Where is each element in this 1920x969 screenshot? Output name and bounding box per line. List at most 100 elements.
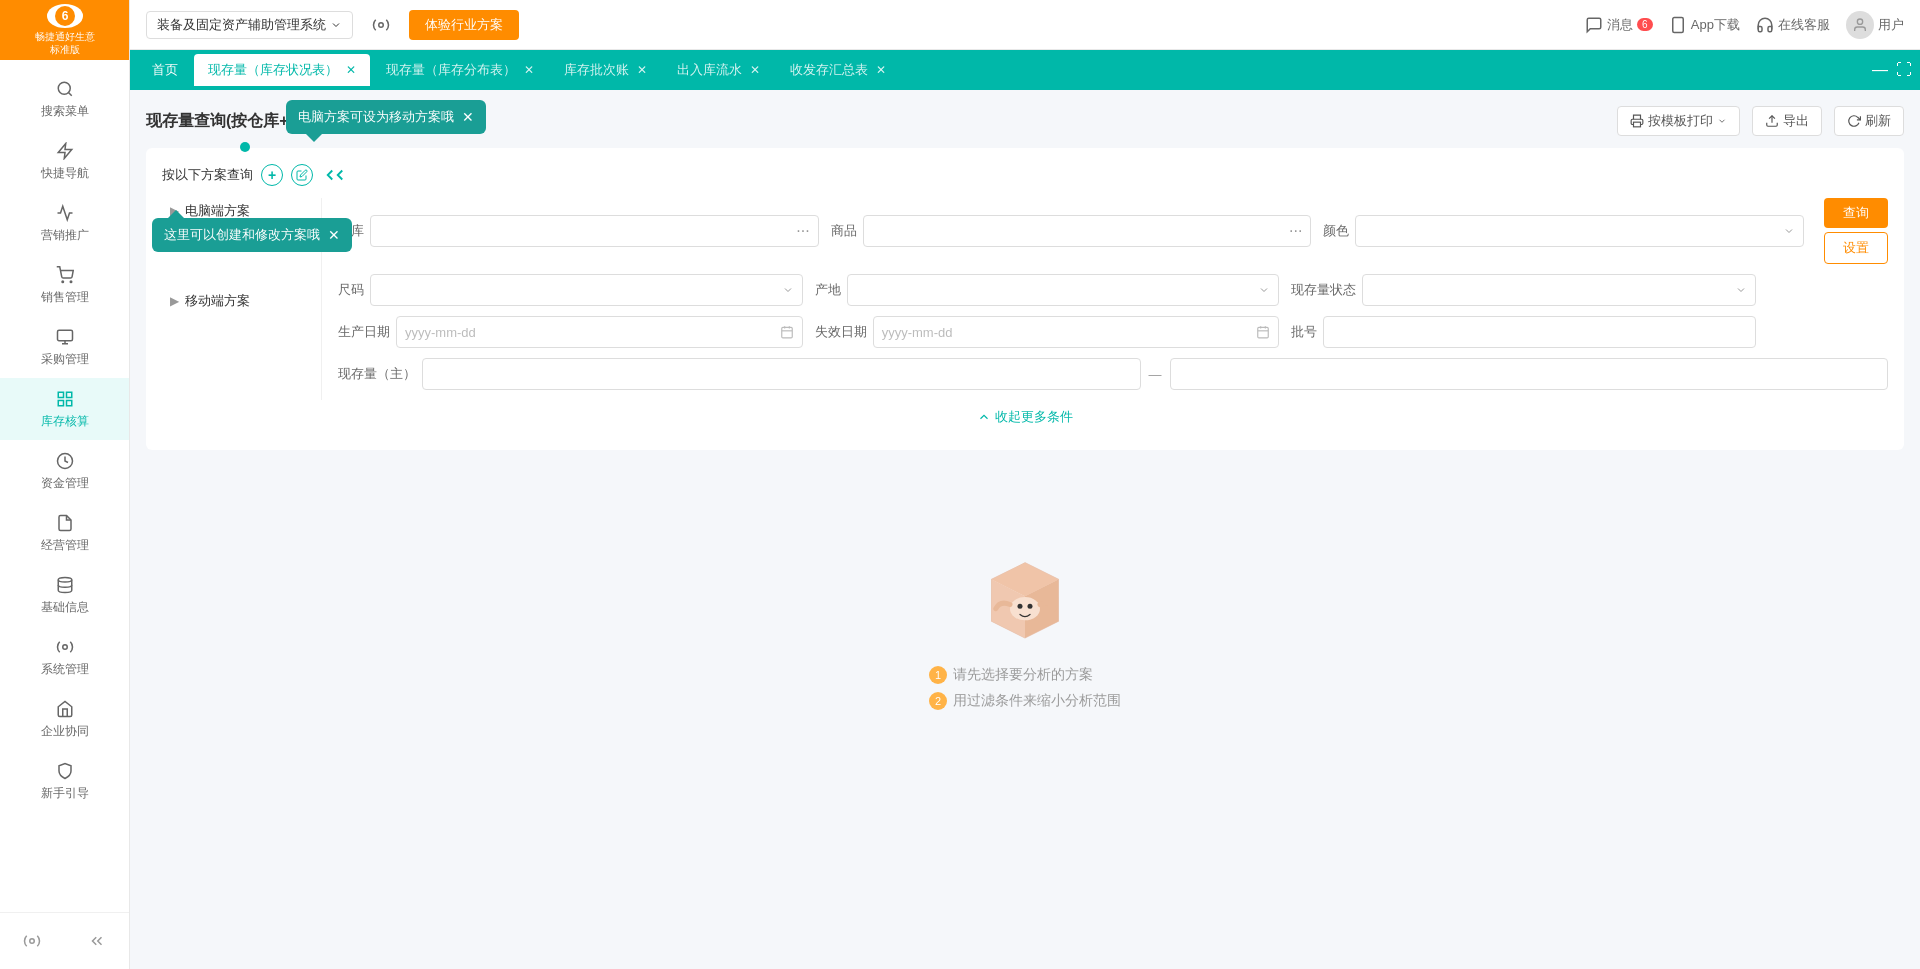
main-area: 装备及固定资产辅助管理系统 体验行业方案 消息 6 App下载 在线客服: [130, 0, 1920, 969]
print-icon: [1630, 114, 1644, 128]
filter-row-4: 现存量（主） —: [338, 358, 1888, 390]
filter-field-product: 商品 ···: [831, 215, 1312, 247]
stock-qty-range: —: [422, 358, 1888, 390]
svg-point-33: [1018, 604, 1023, 609]
stock-qty-max-input[interactable]: [1170, 358, 1889, 390]
tab-inventory-dist[interactable]: 现存量（库存分布表） ✕: [372, 54, 548, 86]
refresh-icon: [1847, 114, 1861, 128]
tab-close-inout-flow[interactable]: ✕: [750, 63, 760, 77]
batch-input[interactable]: [1323, 316, 1756, 348]
sidebar-item-enterprise[interactable]: 企业协同: [0, 688, 129, 750]
gear-button[interactable]: [365, 9, 397, 41]
tab-close-batch-account[interactable]: ✕: [637, 63, 647, 77]
user-profile-button[interactable]: 用户: [1846, 11, 1904, 39]
stock-status-chevron-icon: [1735, 284, 1747, 296]
sidebar-item-inventory[interactable]: 库存核算: [0, 378, 129, 440]
svg-point-17: [1857, 19, 1862, 24]
set-button[interactable]: 设置: [1824, 232, 1888, 264]
sidebar-item-assets[interactable]: 资金管理: [0, 440, 129, 502]
batch-label: 批号: [1291, 323, 1317, 341]
tooltip2-close-button[interactable]: ✕: [328, 227, 340, 243]
filter-add-button[interactable]: +: [261, 164, 283, 186]
tooltip1-close-button[interactable]: ✕: [462, 109, 474, 125]
app-download-button[interactable]: App下载: [1669, 16, 1740, 34]
refresh-button[interactable]: 刷新: [1834, 106, 1904, 136]
sidebar-item-purchase[interactable]: 采购管理: [0, 316, 129, 378]
svg-point-12: [62, 645, 67, 650]
produce-date-input[interactable]: yyyy-mm-dd: [396, 316, 803, 348]
purchase-icon: [54, 326, 76, 348]
product-input[interactable]: ···: [863, 215, 1312, 247]
svg-rect-8: [58, 401, 63, 406]
tab-maximize-btn[interactable]: ⛶: [1896, 61, 1912, 79]
svg-point-34: [1028, 604, 1033, 609]
base-info-icon: [54, 574, 76, 596]
system-select[interactable]: 装备及固定资产辅助管理系统: [146, 11, 353, 39]
filter-arrow-left-button[interactable]: [321, 166, 349, 184]
filter-row-3: 生产日期 yyyy-mm-dd 失效日期 yyyy-mm-dd: [338, 316, 1888, 348]
sidebar-item-operations[interactable]: 经营管理: [0, 502, 129, 564]
messages-button[interactable]: 消息 6: [1585, 16, 1653, 34]
origin-select[interactable]: [847, 274, 1280, 306]
scheme-group-mobile-toggle[interactable]: ▶ 移动端方案: [162, 288, 313, 314]
collapse-bar[interactable]: 收起更多条件: [162, 400, 1888, 434]
tab-inventory-status[interactable]: 现存量（库存状况表） ✕: [194, 54, 370, 86]
svg-text:6: 6: [61, 9, 68, 23]
online-service-button[interactable]: 在线客服: [1756, 16, 1830, 34]
sidebar-item-marketing[interactable]: 营销推广: [0, 192, 129, 254]
filter-field-batch: 批号: [1291, 316, 1756, 348]
filter-panel: 按以下方案查询 + 电脑方案可设为移动方案哦 ✕: [146, 148, 1904, 450]
svg-point-14: [379, 22, 384, 27]
filter-field-expire-date: 失效日期 yyyy-mm-dd: [815, 316, 1280, 348]
query-button[interactable]: 查询: [1824, 198, 1888, 228]
empty-illustration: [975, 542, 1075, 642]
assets-icon: [54, 450, 76, 472]
expire-date-label: 失效日期: [815, 323, 867, 341]
collapse-sidebar-btn[interactable]: [81, 925, 113, 957]
sidebar-item-purchase-label: 采购管理: [41, 351, 89, 368]
tab-home[interactable]: 首页: [138, 54, 192, 86]
sidebar-item-base-info-label: 基础信息: [41, 599, 89, 616]
color-select[interactable]: [1355, 215, 1804, 247]
settings-bottom-btn[interactable]: [16, 925, 48, 957]
tab-receive-dispatch[interactable]: 收发存汇总表 ✕: [776, 54, 900, 86]
print-template-button[interactable]: 按模板打印: [1617, 106, 1740, 136]
tab-inout-flow[interactable]: 出入库流水 ✕: [663, 54, 774, 86]
size-select[interactable]: [370, 274, 803, 306]
download-icon: [1669, 16, 1687, 34]
message-icon: [1585, 16, 1603, 34]
page-actions: 按模板打印 导出 刷新: [1617, 106, 1904, 136]
sidebar-bottom: [0, 912, 129, 969]
sidebar-item-sales[interactable]: 销售管理: [0, 254, 129, 316]
app-download-label: App下载: [1691, 16, 1740, 34]
sidebar-item-guide[interactable]: 新手引导: [0, 750, 129, 812]
calendar-icon-2: [1256, 325, 1270, 339]
origin-label: 产地: [815, 281, 841, 299]
operations-icon: [54, 512, 76, 534]
warehouse-dots-icon: ···: [796, 222, 809, 240]
filter-body: ▶ 电脑端方案 这里可以创建和修改方案哦 ✕ ▶: [162, 198, 1888, 400]
produce-date-label: 生产日期: [338, 323, 390, 341]
sidebar-logo: 6 畅捷通好生意 标准版: [0, 0, 129, 60]
export-button[interactable]: 导出: [1752, 106, 1822, 136]
warehouse-input[interactable]: ···: [370, 215, 819, 247]
tab-minimize-btn[interactable]: —: [1872, 61, 1888, 79]
user-avatar: [1846, 11, 1874, 39]
stock-qty-min-input[interactable]: [422, 358, 1141, 390]
tab-close-receive-dispatch[interactable]: ✕: [876, 63, 886, 77]
tab-close-inventory-dist[interactable]: ✕: [524, 63, 534, 77]
stock-status-select[interactable]: [1362, 274, 1756, 306]
filter-field-stock-qty: 现存量（主） —: [338, 358, 1888, 390]
tab-close-inventory-status[interactable]: ✕: [346, 63, 356, 77]
sidebar-item-base-info[interactable]: 基础信息: [0, 564, 129, 626]
sidebar-item-search[interactable]: 搜索菜单: [0, 68, 129, 130]
expire-date-input[interactable]: yyyy-mm-dd: [873, 316, 1280, 348]
solution-button[interactable]: 体验行业方案: [409, 10, 519, 40]
filter-edit-button[interactable]: [291, 164, 313, 186]
sidebar-item-quick-nav[interactable]: 快捷导航: [0, 130, 129, 192]
sidebar-item-system-label: 系统管理: [41, 661, 89, 678]
svg-rect-24: [1258, 327, 1269, 338]
tab-batch-account[interactable]: 库存批次账 ✕: [550, 54, 661, 86]
sidebar-item-system[interactable]: 系统管理: [0, 626, 129, 688]
empty-tips: 1 请先选择要分析的方案 2 用过滤条件来缩小分析范围: [929, 666, 1121, 718]
